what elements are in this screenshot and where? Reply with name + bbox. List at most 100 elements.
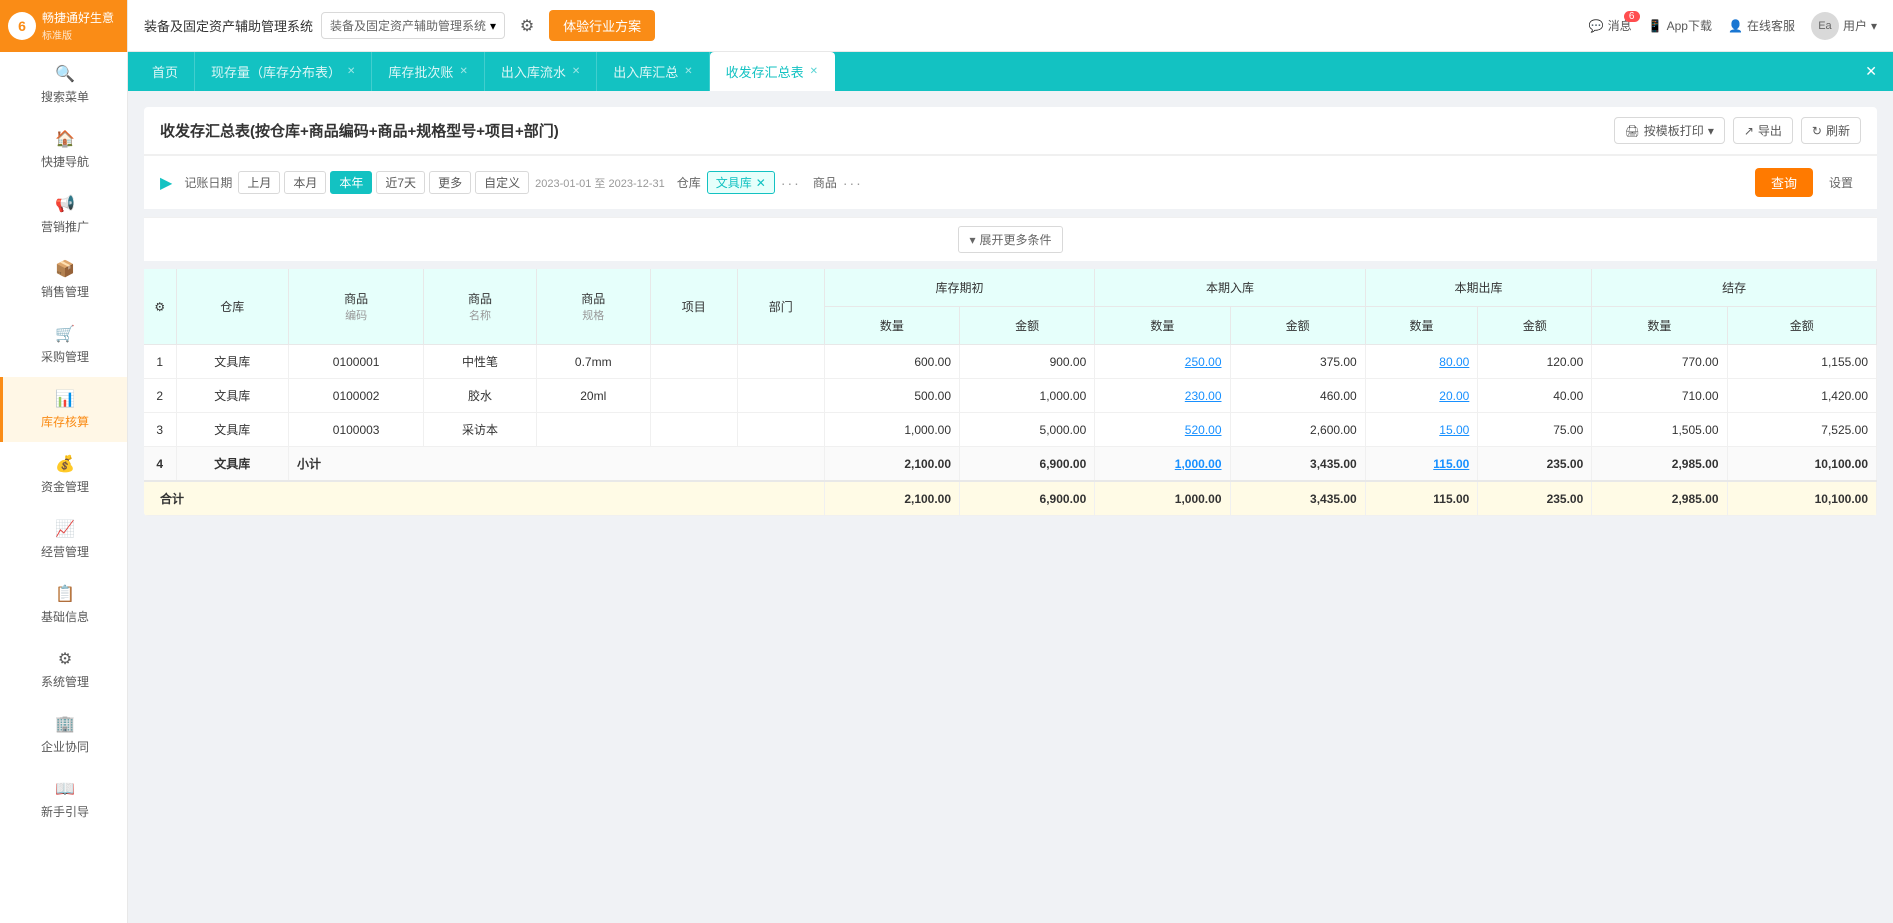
sidebar-item-operations[interactable]: 📈 经营管理 (0, 507, 127, 572)
date-btn-custom[interactable]: 自定义 (475, 171, 529, 194)
cell-in-qty[interactable]: 520.00 (1095, 413, 1230, 447)
phone-icon: 📱 (1648, 19, 1663, 33)
cell-department (737, 413, 824, 447)
sidebar-item-guide[interactable]: 📖 新手引导 (0, 767, 127, 832)
subtotal-out-amt: 235.00 (1478, 447, 1592, 482)
right-actions: 🖨 按模板打印 ▾ ↗ 导出 ↻ 刷新 (1614, 117, 1861, 144)
total-out-amt: 235.00 (1478, 481, 1592, 516)
warehouse-more-dots[interactable]: ··· (781, 175, 801, 191)
refresh-icon: ↻ (1812, 124, 1822, 138)
date-btn-more[interactable]: 更多 (429, 171, 471, 194)
export-button[interactable]: ↗ 导出 (1733, 117, 1793, 144)
export-icon: ↗ (1744, 124, 1754, 138)
sidebar: 6 畅捷通好生意 标准版 🔍 搜索菜单 🏠 快捷导航 📢 营销推广 📦 销售管理… (0, 0, 128, 923)
cell-in-qty[interactable]: 250.00 (1095, 345, 1230, 379)
tab-batch[interactable]: 库存批次账 ✕ (372, 52, 484, 91)
goods-more-dots[interactable]: ··· (843, 175, 863, 191)
sidebar-item-search[interactable]: 🔍 搜索菜单 (0, 52, 127, 117)
tab-flow[interactable]: 出入库流水 ✕ (485, 52, 597, 91)
cell-in-qty[interactable]: 230.00 (1095, 379, 1230, 413)
cell-out-qty[interactable]: 15.00 (1365, 413, 1478, 447)
online-service-button[interactable]: 👤 在线客服 (1728, 17, 1795, 34)
total-closing-qty: 2,985.00 (1592, 481, 1727, 516)
cell-project (650, 379, 737, 413)
filter-settings-btn[interactable]: 设置 (1821, 169, 1861, 196)
cell-opening-qty: 500.00 (824, 379, 959, 413)
tab-summary[interactable]: 出入库汇总 ✕ (597, 52, 709, 91)
expand-conditions-button[interactable]: ▾ 展开更多条件 (958, 226, 1062, 253)
page-top-bar: 收发存汇总表(按仓库+商品编码+商品+规格型号+项目+部门) 🖨 按模板打印 ▾… (144, 107, 1877, 155)
date-btn-last-month[interactable]: 上月 (238, 171, 280, 194)
message-button[interactable]: 💬 消息 6 (1589, 17, 1632, 34)
th-settings[interactable]: ⚙ (144, 269, 176, 345)
cell-in-amt: 375.00 (1230, 345, 1365, 379)
filter-arrow-icon[interactable]: ▶ (160, 173, 172, 193)
data-table-container: ⚙ 仓库 商品编码 商品名称 商品规格 项目 部门 库存期初 本期入库 本期出库… (144, 269, 1877, 516)
subtotal-in-qty[interactable]: 1,000.00 (1095, 447, 1230, 482)
total-opening-qty: 2,100.00 (824, 481, 959, 516)
user-menu[interactable]: Ea 用户 ▾ (1811, 12, 1877, 40)
date-btn-this-year[interactable]: 本年 (330, 171, 372, 194)
sidebar-item-sales[interactable]: 📦 销售管理 (0, 247, 127, 312)
page-title: 收发存汇总表(按仓库+商品编码+商品+规格型号+项目+部门) (160, 120, 559, 141)
tab-receive-send[interactable]: 收发存汇总表 ✕ (710, 52, 835, 91)
cell-closing-amt: 7,525.00 (1727, 413, 1876, 447)
cell-goods-spec: 20ml (536, 379, 650, 413)
query-button[interactable]: 查询 (1755, 168, 1813, 197)
settings-gear-icon[interactable]: ⚙ (513, 12, 541, 40)
date-range: 2023-01-01 至 2023-12-31 (535, 175, 665, 191)
tab-bar-close-icon[interactable]: ✕ (1857, 55, 1885, 88)
sidebar-item-purchase[interactable]: 🛒 采购管理 (0, 312, 127, 377)
tab-home[interactable]: 首页 (136, 52, 195, 91)
cell-out-qty[interactable]: 80.00 (1365, 345, 1478, 379)
cell-department (737, 379, 824, 413)
tab-close-icon[interactable]: ✕ (347, 66, 355, 77)
sidebar-item-label: 系统管理 (41, 673, 89, 690)
cell-closing-qty: 710.00 (1592, 379, 1727, 413)
sidebar-item-system[interactable]: ⚙ 系统管理 (0, 637, 127, 702)
cell-warehouse: 文具库 (176, 413, 289, 447)
trial-button[interactable]: 体验行业方案 (549, 10, 655, 41)
date-btn-this-month[interactable]: 本月 (284, 171, 326, 194)
sidebar-item-label: 销售管理 (41, 283, 89, 300)
tab-close-icon[interactable]: ✕ (810, 66, 818, 77)
total-row: 合计 2,100.00 6,900.00 1,000.00 3,435.00 1… (144, 481, 1877, 516)
operations-icon: 📈 (55, 519, 75, 539)
date-btn-7days[interactable]: 近7天 (376, 171, 425, 194)
warehouse-tag-close-icon[interactable]: ✕ (756, 176, 766, 190)
sidebar-item-finance[interactable]: 💰 资金管理 (0, 442, 127, 507)
total-label: 合计 (144, 481, 824, 516)
warehouse-tag[interactable]: 文具库 ✕ (707, 171, 775, 194)
date-buttons: 上月 本月 本年 近7天 更多 自定义 (238, 171, 529, 194)
system-dropdown[interactable]: 装备及固定资产辅助管理系统 ▾ (321, 12, 505, 39)
date-label: 记账日期 (184, 174, 232, 191)
data-table: ⚙ 仓库 商品编码 商品名称 商品规格 项目 部门 库存期初 本期入库 本期出库… (144, 269, 1877, 516)
sidebar-item-basic[interactable]: 📋 基础信息 (0, 572, 127, 637)
sidebar-item-marketing[interactable]: 📢 营销推广 (0, 182, 127, 247)
table-row: 2 文具库 0100002 胶水 20ml 500.00 1,000.00 23… (144, 379, 1877, 413)
inventory-icon: 📊 (55, 389, 75, 409)
sidebar-item-inventory[interactable]: 📊 库存核算 (0, 377, 127, 442)
warehouse-tag-text: 文具库 (716, 174, 752, 191)
tab-close-icon[interactable]: ✕ (459, 66, 467, 77)
service-icon: 👤 (1728, 19, 1743, 33)
sidebar-logo: 6 畅捷通好生意 标准版 (0, 0, 127, 52)
th-closing-amt: 金额 (1727, 307, 1876, 345)
sidebar-item-enterprise[interactable]: 🏢 企业协同 (0, 702, 127, 767)
print-button[interactable]: 🖨 按模板打印 ▾ (1614, 117, 1725, 144)
cell-in-amt: 460.00 (1230, 379, 1365, 413)
sidebar-item-label: 搜索菜单 (41, 88, 89, 105)
cell-out-qty[interactable]: 20.00 (1365, 379, 1478, 413)
tab-close-icon[interactable]: ✕ (572, 66, 580, 77)
tab-close-icon[interactable]: ✕ (684, 66, 692, 77)
sidebar-item-quick[interactable]: 🏠 快捷导航 (0, 117, 127, 182)
warehouse-label: 仓库 (677, 174, 701, 191)
subtotal-out-qty[interactable]: 115.00 (1365, 447, 1478, 482)
tab-inventory-dist[interactable]: 现存量（库存分布表） ✕ (195, 52, 372, 91)
th-in-qty: 数量 (1095, 307, 1230, 345)
refresh-button[interactable]: ↻ 刷新 (1801, 117, 1861, 144)
app-download-button[interactable]: 📱 App下载 (1648, 17, 1712, 34)
th-closing: 结存 (1592, 269, 1877, 307)
filter-bar: ▶ 记账日期 上月 本月 本年 近7天 更多 自定义 2023-01-01 至 … (144, 155, 1877, 209)
home-icon: 🏠 (55, 129, 75, 149)
